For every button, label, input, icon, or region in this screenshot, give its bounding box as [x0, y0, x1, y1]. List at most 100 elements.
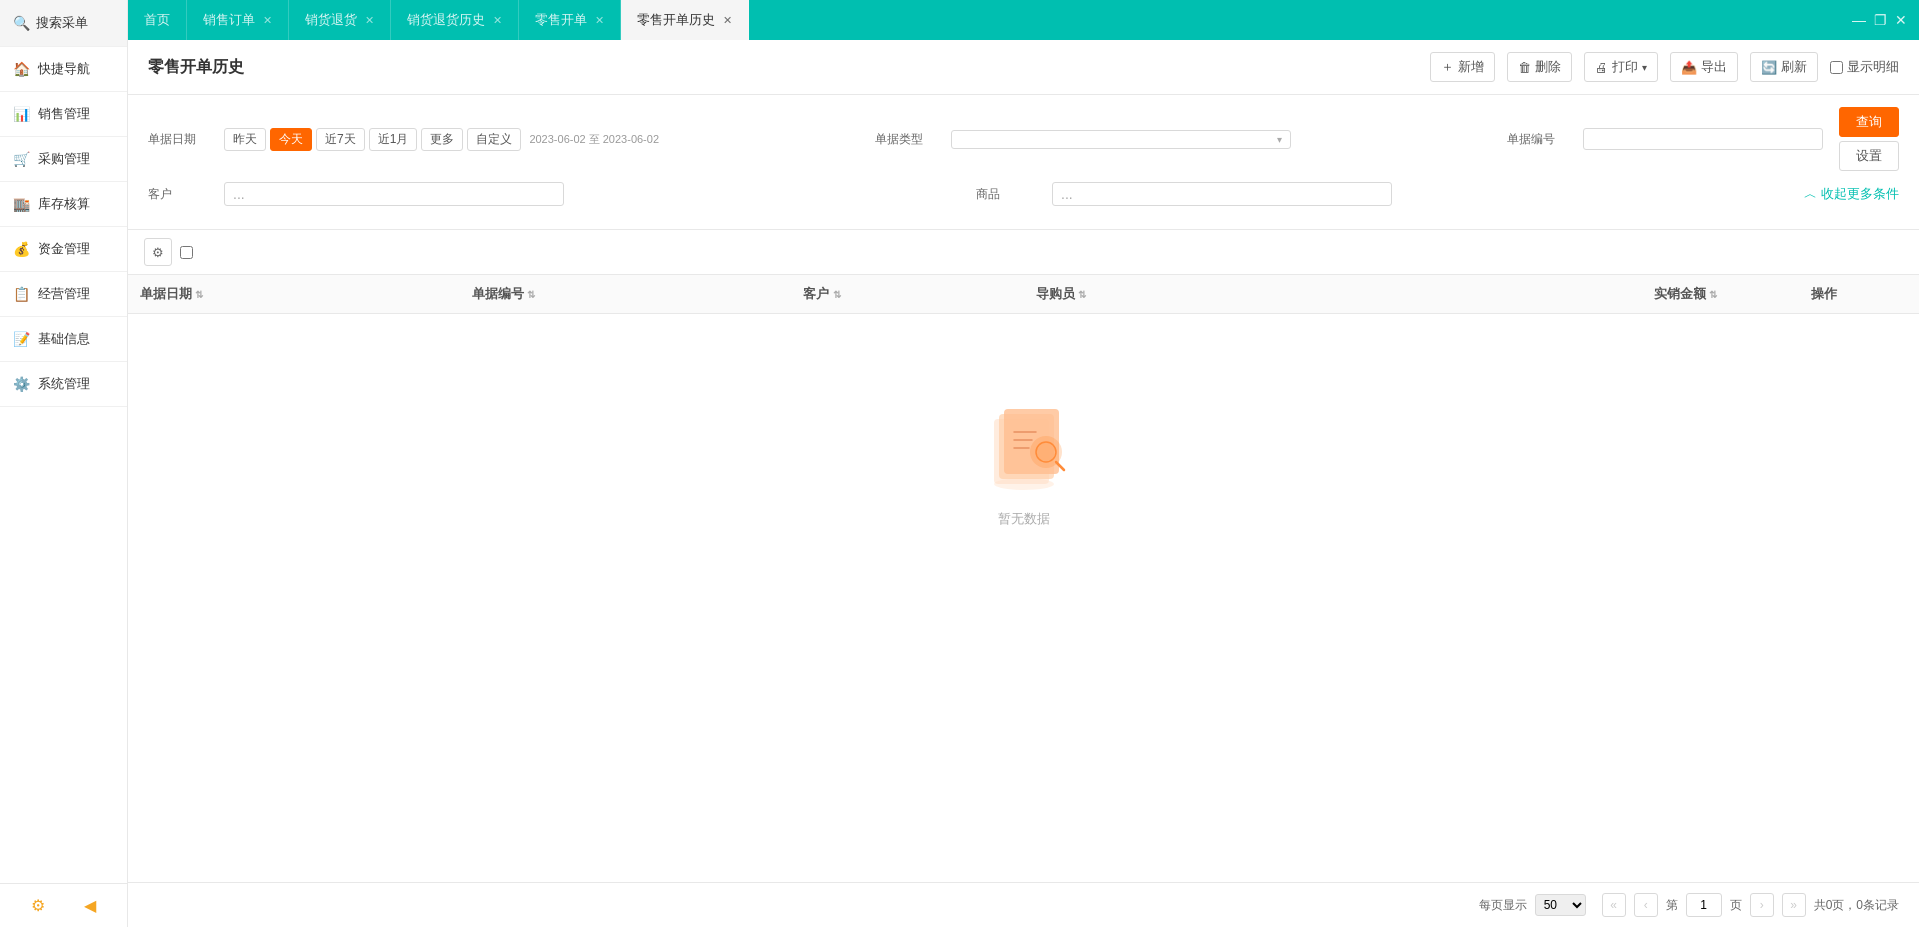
sidebar-item-label: 基础信息: [38, 330, 90, 348]
type-select[interactable]: ▾: [951, 130, 1291, 149]
col-date[interactable]: 单据日期 ⇅: [128, 275, 460, 314]
date-label: 单据日期: [148, 131, 208, 148]
tab-sales-return-history-label: 销货退货历史: [407, 11, 485, 29]
tab-home-label: 首页: [144, 11, 170, 29]
tab-sales-return[interactable]: 销货退货 ✕: [289, 0, 391, 40]
toolbar: ＋ 新增 🗑 删除 🖨 打印 ▾ 📤 导出 🔄 刷新: [1430, 52, 1899, 82]
sidebar-item-quick-nav[interactable]: 🏠 快捷导航: [0, 47, 127, 92]
refresh-button[interactable]: 🔄 刷新: [1750, 52, 1818, 82]
sidebar-item-operations[interactable]: 📋 经营管理: [0, 272, 127, 317]
cart-icon: 🛒: [12, 151, 30, 167]
sidebar-item-label: 经营管理: [38, 285, 90, 303]
delete-button[interactable]: 🗑 删除: [1507, 52, 1572, 82]
page-word: 第: [1666, 897, 1678, 914]
search-button[interactable]: 查询: [1839, 107, 1899, 137]
filter-row-1: 单据日期 昨天 今天 近7天 近1月 更多 自定义 2023-06-02 至 2…: [148, 107, 1899, 171]
data-table: 单据日期 ⇅ 单据编号 ⇅ 客户 ⇅ 导购员 ⇅: [128, 275, 1919, 314]
svg-point-5: [1036, 442, 1056, 462]
sidebar-item-basic-info[interactable]: 📝 基础信息: [0, 317, 127, 362]
tab-close-retail-history[interactable]: ✕: [723, 14, 732, 27]
col-guide[interactable]: 导购员 ⇅: [1024, 275, 1306, 314]
tab-home[interactable]: 首页: [128, 0, 187, 40]
settings-bottom-icon[interactable]: ⚙: [31, 896, 45, 915]
print-icon: 🖨: [1595, 60, 1608, 75]
add-button[interactable]: ＋ 新增: [1430, 52, 1495, 82]
tab-close-sales-return-history[interactable]: ✕: [493, 14, 502, 27]
date-btn-more[interactable]: 更多: [421, 128, 463, 151]
print-dropdown-icon: ▾: [1642, 62, 1647, 73]
chart-icon: 📊: [12, 106, 30, 122]
sidebar-item-purchase-mgmt[interactable]: 🛒 采购管理: [0, 137, 127, 182]
id-input[interactable]: [1583, 128, 1823, 150]
content-header: 零售开单历史 ＋ 新增 🗑 删除 🖨 打印 ▾ 📤 导出 🔄: [128, 40, 1919, 95]
tab-close-retail-open[interactable]: ✕: [595, 14, 604, 27]
show-detail-toggle[interactable]: 显示明细: [1830, 58, 1899, 76]
first-page-btn[interactable]: «: [1602, 893, 1626, 917]
sort-icon-amount: ⇅: [1709, 289, 1717, 300]
collapse-sidebar-btn[interactable]: ◀: [84, 896, 96, 915]
page-label: 页: [1730, 897, 1742, 914]
tab-sales-return-label: 销货退货: [305, 11, 357, 29]
export-button[interactable]: 📤 导出: [1670, 52, 1738, 82]
date-btn-last-month[interactable]: 近1月: [369, 128, 418, 151]
tab-close-sales-return[interactable]: ✕: [365, 14, 374, 27]
table-container: 单据日期 ⇅ 单据编号 ⇅ 客户 ⇅ 导购员 ⇅: [128, 275, 1919, 882]
tab-retail-history-label: 零售开单历史: [637, 11, 715, 29]
sidebar: 🔍 搜索采单 🏠 快捷导航 📊 销售管理 🛒 采购管理 🏬 库存核算 💰 资金管…: [0, 0, 128, 927]
tab-sales-order[interactable]: 销售订单 ✕: [187, 0, 289, 40]
page-input[interactable]: 1: [1686, 893, 1722, 917]
settings-button[interactable]: 设置: [1839, 141, 1899, 171]
last-page-btn[interactable]: »: [1782, 893, 1806, 917]
date-range-display: 2023-06-02 至 2023-06-02: [529, 132, 659, 147]
page-size-select[interactable]: 50 10 20 100: [1535, 894, 1586, 916]
col-ops: 操作: [1729, 275, 1919, 314]
tab-retail-history[interactable]: 零售开单历史 ✕: [621, 0, 749, 40]
window-restore-btn[interactable]: ❐: [1874, 12, 1887, 28]
type-select-arrow: ▾: [1277, 134, 1282, 145]
sidebar-item-label: 销售管理: [38, 105, 90, 123]
tab-retail-open[interactable]: 零售开单 ✕: [519, 0, 621, 40]
collapse-filter-btn[interactable]: ︿ 收起更多条件: [1804, 181, 1899, 207]
sort-icon-guide: ⇅: [1078, 289, 1086, 300]
tab-sales-order-label: 销售订单: [203, 11, 255, 29]
product-dots: ...: [1061, 186, 1073, 202]
print-button[interactable]: 🖨 打印 ▾: [1584, 52, 1658, 82]
gear-icon: ⚙️: [12, 376, 30, 392]
sidebar-search[interactable]: 🔍 搜索采单: [0, 0, 127, 47]
prev-page-btn[interactable]: ‹: [1634, 893, 1658, 917]
tab-sales-return-history[interactable]: 销货退货历史 ✕: [391, 0, 519, 40]
sidebar-bottom: ⚙ ◀: [0, 883, 127, 927]
chevron-up-icon: ︿: [1804, 185, 1817, 203]
tab-bar-end: — ❐ ✕: [1852, 12, 1919, 28]
sidebar-item-inventory[interactable]: 🏬 库存核算: [0, 182, 127, 227]
tab-close-sales-order[interactable]: ✕: [263, 14, 272, 27]
sidebar-item-finance[interactable]: 💰 资金管理: [0, 227, 127, 272]
table-settings-button[interactable]: ⚙: [144, 238, 172, 266]
table-area: ⚙ 单据日期 ⇅ 单据编号 ⇅: [128, 230, 1919, 882]
sidebar-item-label: 库存核算: [38, 195, 90, 213]
per-page-label: 每页显示: [1479, 897, 1527, 914]
customer-select[interactable]: ...: [224, 182, 564, 206]
date-btn-custom[interactable]: 自定义: [467, 128, 521, 151]
empty-state: 暂无数据: [128, 314, 1919, 568]
sidebar-item-label: 资金管理: [38, 240, 90, 258]
date-btn-today[interactable]: 今天: [270, 128, 312, 151]
col-amount[interactable]: 实销金额 ⇅: [1397, 275, 1729, 314]
total-info: 共0页，0条记录: [1814, 897, 1899, 914]
window-close-btn[interactable]: ✕: [1895, 12, 1907, 28]
date-btn-last7[interactable]: 近7天: [316, 128, 365, 151]
select-all-checkbox[interactable]: [180, 246, 193, 259]
sidebar-item-system-mgmt[interactable]: ⚙️ 系统管理: [0, 362, 127, 407]
col-guide-label: 导购员: [1036, 286, 1075, 301]
window-minimize-btn[interactable]: —: [1852, 12, 1866, 28]
show-detail-checkbox[interactable]: [1830, 61, 1843, 74]
next-page-btn[interactable]: ›: [1750, 893, 1774, 917]
type-label: 单据类型: [875, 131, 935, 148]
product-select[interactable]: ...: [1052, 182, 1392, 206]
collapse-label: 收起更多条件: [1821, 185, 1899, 203]
settings-icon: ⚙: [152, 245, 164, 260]
sidebar-item-sales-mgmt[interactable]: 📊 销售管理: [0, 92, 127, 137]
col-number[interactable]: 单据编号 ⇅: [460, 275, 792, 314]
col-customer[interactable]: 客户 ⇅: [791, 275, 1024, 314]
date-btn-yesterday[interactable]: 昨天: [224, 128, 266, 151]
